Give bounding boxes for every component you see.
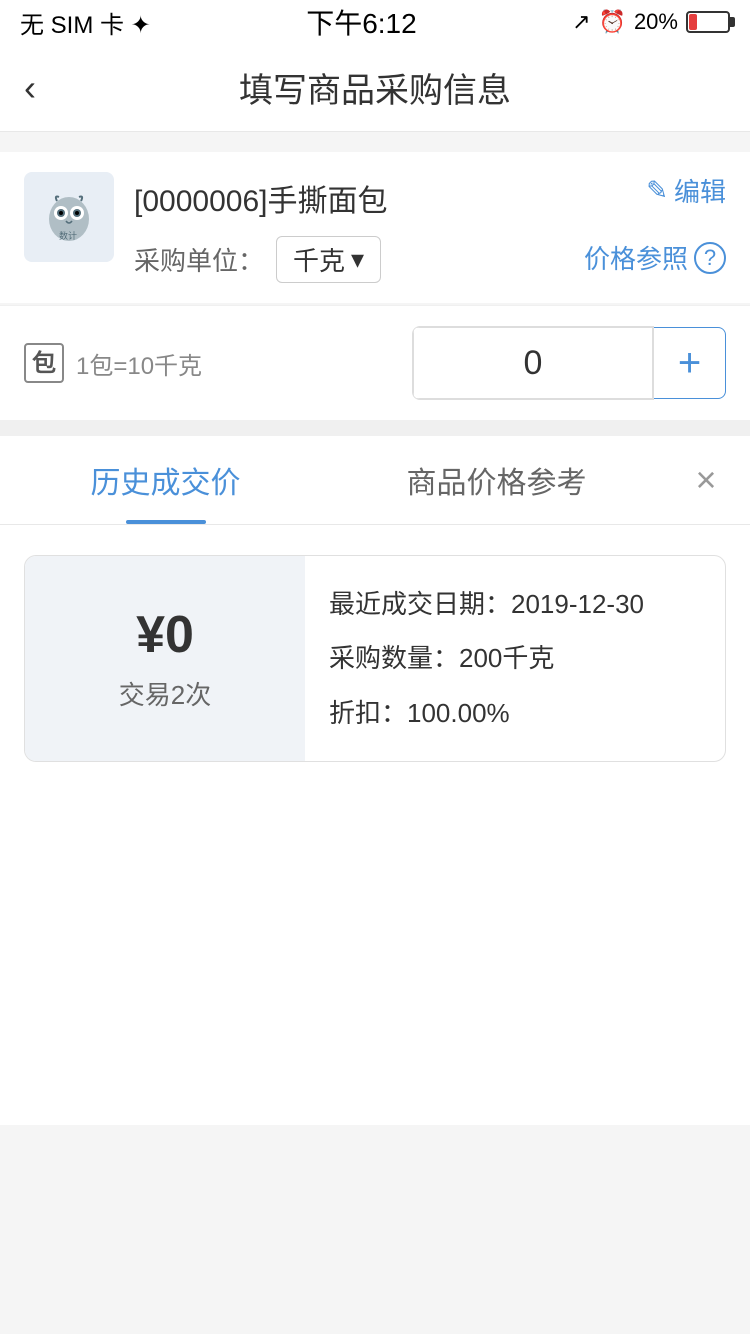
product-owl-icon: 数计 xyxy=(39,187,99,247)
main-content: ¥0 交易2次 最近成交日期：2019-12-30 采购数量：200千克 折扣：… xyxy=(0,525,750,1125)
unit-box: 包 xyxy=(24,343,64,383)
tab-history-price[interactable]: 历史成交价 xyxy=(0,436,331,524)
tab-active-indicator xyxy=(126,520,206,524)
product-header: 数计 [0000006]手撕面包 采购单位： 千克 ▾ ✎ 编辑 xyxy=(24,172,726,283)
quantity-plus-button[interactable]: + xyxy=(654,327,726,399)
quantity-control: + xyxy=(412,326,726,400)
alarm-icon: ⏰ xyxy=(599,9,626,35)
dropdown-icon: ▾ xyxy=(351,244,364,275)
product-thumbnail: 数计 xyxy=(24,172,114,262)
unit-conversion: 1包=10千克 xyxy=(76,346,202,381)
help-icon: ? xyxy=(694,242,726,274)
back-button[interactable]: ‹ xyxy=(24,67,36,109)
page-title: 填写商品采购信息 xyxy=(239,63,511,112)
history-card-left: ¥0 交易2次 xyxy=(25,556,305,761)
history-date-value: 2019-12-30 xyxy=(511,589,644,619)
product-card: 数计 [0000006]手撕面包 采购单位： 千克 ▾ ✎ 编辑 xyxy=(0,152,750,303)
battery-percent: 20% xyxy=(634,9,678,35)
product-info: [0000006]手撕面包 采购单位： 千克 ▾ xyxy=(134,172,387,283)
history-section: ¥0 交易2次 最近成交日期：2019-12-30 采购数量：200千克 折扣：… xyxy=(0,525,750,792)
signal-text: 无 SIM 卡 ✦ xyxy=(20,5,151,40)
history-quantity-value: 200千克 xyxy=(459,643,554,673)
status-left: 无 SIM 卡 ✦ xyxy=(20,5,151,40)
tab-product-price-ref[interactable]: 商品价格参考 xyxy=(331,436,662,524)
status-time: 下午6:12 xyxy=(306,2,417,42)
nav-bar: ‹ 填写商品采购信息 xyxy=(0,44,750,132)
quantity-row: 包 1包=10千克 + xyxy=(0,305,750,420)
location-icon: ↗ xyxy=(572,9,590,35)
history-quantity-label: 采购数量： xyxy=(329,643,459,673)
status-right: ↗ ⏰ 20% xyxy=(572,9,730,35)
edit-icon: ✎ xyxy=(646,175,668,206)
status-bar: 无 SIM 卡 ✦ 下午6:12 ↗ ⏰ 20% xyxy=(0,0,750,44)
history-trades: 交易2次 xyxy=(119,675,211,712)
tab-close-button[interactable]: × xyxy=(662,436,750,524)
history-quantity-row: 采购数量：200千克 xyxy=(329,640,701,676)
product-actions: ✎ 编辑 价格参照 ? xyxy=(584,172,726,276)
section-divider xyxy=(0,420,750,436)
history-card-right: 最近成交日期：2019-12-30 采购数量：200千克 折扣：100.00% xyxy=(305,556,725,761)
quantity-input[interactable] xyxy=(413,327,653,399)
back-icon: ‹ xyxy=(24,67,36,108)
history-date-row: 最近成交日期：2019-12-30 xyxy=(329,586,701,622)
history-discount-value: 100.00% xyxy=(407,698,510,728)
battery-icon xyxy=(686,11,730,33)
svg-text:数计: 数计 xyxy=(59,230,77,241)
history-price: ¥0 xyxy=(136,605,194,665)
unit-select[interactable]: 千克 ▾ xyxy=(276,236,381,283)
price-reference-button[interactable]: 价格参照 ? xyxy=(584,239,726,276)
history-discount-row: 折扣：100.00% xyxy=(329,695,701,731)
history-card: ¥0 交易2次 最近成交日期：2019-12-30 采购数量：200千克 折扣：… xyxy=(24,555,726,762)
unit-label-text: 采购单位： xyxy=(134,241,264,278)
tabs-container: 历史成交价 商品价格参考 × xyxy=(0,436,750,525)
unit-label: 包 1包=10千克 xyxy=(24,343,202,383)
qty-input-wrapper xyxy=(412,326,654,400)
product-name: [0000006]手撕面包 xyxy=(134,176,387,220)
product-unit-row: 采购单位： 千克 ▾ xyxy=(134,236,387,283)
history-discount-label: 折扣： xyxy=(329,698,407,728)
history-date-label: 最近成交日期： xyxy=(329,589,511,619)
edit-button[interactable]: ✎ 编辑 xyxy=(646,172,726,209)
product-left: 数计 [0000006]手撕面包 采购单位： 千克 ▾ xyxy=(24,172,387,283)
